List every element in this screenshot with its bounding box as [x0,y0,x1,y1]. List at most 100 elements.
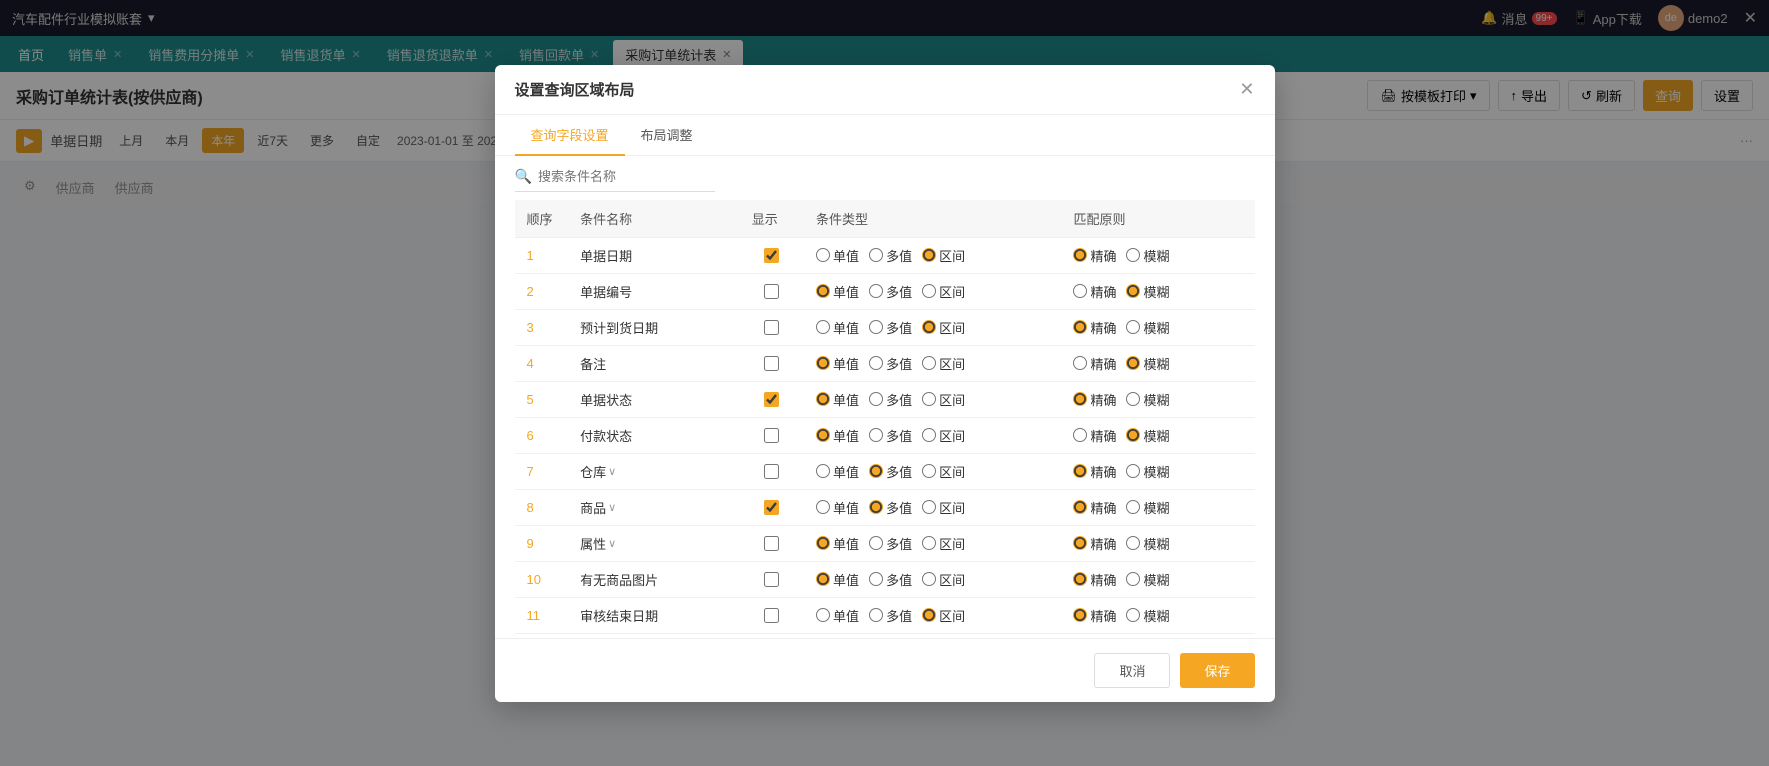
match-radio-item[interactable]: 精确 [1073,462,1116,481]
cancel-button[interactable]: 取消 [1094,653,1170,688]
type-radio-item[interactable]: 多值 [869,426,912,445]
expand-arrow-icon[interactable]: ∨ [608,465,616,478]
type-radio-item[interactable]: 多值 [869,606,912,625]
type-radio[interactable] [816,248,830,262]
type-radio[interactable] [869,320,883,334]
match-radio[interactable] [1073,428,1087,442]
match-radio[interactable] [1073,248,1087,262]
display-checkbox[interactable] [764,248,779,263]
type-radio-item[interactable]: 区间 [922,354,965,373]
match-radio-item[interactable]: 模糊 [1126,534,1169,553]
type-radio-item[interactable]: 多值 [869,246,912,265]
type-radio[interactable] [922,428,936,442]
type-radio-item[interactable]: 区间 [922,426,965,445]
tab-query-fields[interactable]: 查询字段设置 [515,115,625,156]
type-radio[interactable] [869,284,883,298]
type-radio-item[interactable]: 多值 [869,570,912,589]
type-radio[interactable] [922,248,936,262]
type-radio-item[interactable]: 多值 [869,534,912,553]
display-checkbox[interactable] [764,536,779,551]
display-checkbox[interactable] [764,284,779,299]
type-radio[interactable] [922,572,936,586]
type-radio-item[interactable]: 区间 [922,390,965,409]
match-radio-item[interactable]: 模糊 [1126,606,1169,625]
match-radio[interactable] [1126,320,1140,334]
match-radio-item[interactable]: 模糊 [1126,246,1169,265]
match-radio[interactable] [1126,356,1140,370]
type-radio-item[interactable]: 多值 [869,282,912,301]
expand-arrow-icon[interactable]: ∨ [608,537,616,550]
match-radio-item[interactable]: 模糊 [1126,462,1169,481]
match-radio-item[interactable]: 精确 [1073,426,1116,445]
type-radio[interactable] [869,608,883,622]
type-radio-item[interactable]: 区间 [922,570,965,589]
display-checkbox[interactable] [764,356,779,371]
type-radio-item[interactable]: 区间 [922,246,965,265]
type-radio-item[interactable]: 单值 [816,318,859,337]
match-radio-item[interactable]: 模糊 [1126,282,1169,301]
match-radio[interactable] [1126,284,1140,298]
match-radio[interactable] [1073,464,1087,478]
match-radio-item[interactable]: 模糊 [1126,390,1169,409]
match-radio[interactable] [1073,392,1087,406]
type-radio[interactable] [816,356,830,370]
type-radio-item[interactable]: 单值 [816,606,859,625]
type-radio[interactable] [816,320,830,334]
type-radio[interactable] [922,500,936,514]
match-radio[interactable] [1126,572,1140,586]
expand-arrow-icon[interactable]: ∨ [608,501,616,514]
type-radio[interactable] [869,500,883,514]
type-radio[interactable] [869,536,883,550]
match-radio-item[interactable]: 模糊 [1126,498,1169,517]
type-radio-item[interactable]: 多值 [869,318,912,337]
match-radio[interactable] [1126,428,1140,442]
type-radio[interactable] [816,608,830,622]
type-radio[interactable] [816,572,830,586]
type-radio-item[interactable]: 区间 [922,534,965,553]
type-radio[interactable] [816,392,830,406]
display-checkbox[interactable] [764,572,779,587]
display-checkbox[interactable] [764,608,779,623]
match-radio-item[interactable]: 精确 [1073,390,1116,409]
type-radio-item[interactable]: 单值 [816,462,859,481]
type-radio[interactable] [869,392,883,406]
type-radio-item[interactable]: 单值 [816,498,859,517]
match-radio[interactable] [1073,572,1087,586]
match-radio[interactable] [1126,248,1140,262]
type-radio-item[interactable]: 单值 [816,246,859,265]
match-radio-item[interactable]: 精确 [1073,354,1116,373]
match-radio[interactable] [1073,356,1087,370]
type-radio-item[interactable]: 多值 [869,354,912,373]
type-radio-item[interactable]: 单值 [816,426,859,445]
type-radio[interactable] [869,428,883,442]
match-radio-item[interactable]: 模糊 [1126,426,1169,445]
match-radio-item[interactable]: 模糊 [1126,318,1169,337]
type-radio[interactable] [922,284,936,298]
match-radio[interactable] [1073,536,1087,550]
type-radio[interactable] [816,500,830,514]
type-radio[interactable] [922,320,936,334]
display-checkbox[interactable] [764,392,779,407]
display-checkbox[interactable] [764,428,779,443]
type-radio[interactable] [869,464,883,478]
display-checkbox[interactable] [764,464,779,479]
type-radio-item[interactable]: 多值 [869,390,912,409]
type-radio[interactable] [922,536,936,550]
type-radio[interactable] [869,572,883,586]
type-radio[interactable] [922,392,936,406]
match-radio-item[interactable]: 精确 [1073,534,1116,553]
type-radio[interactable] [816,464,830,478]
type-radio-item[interactable]: 单值 [816,354,859,373]
type-radio-item[interactable]: 区间 [922,606,965,625]
save-button[interactable]: 保存 [1180,653,1254,688]
type-radio[interactable] [922,608,936,622]
match-radio-item[interactable]: 精确 [1073,318,1116,337]
match-radio[interactable] [1126,392,1140,406]
match-radio[interactable] [1073,608,1087,622]
match-radio-item[interactable]: 模糊 [1126,570,1169,589]
search-input[interactable] [538,169,698,184]
type-radio[interactable] [869,248,883,262]
type-radio-item[interactable]: 区间 [922,462,965,481]
match-radio[interactable] [1126,536,1140,550]
match-radio[interactable] [1126,608,1140,622]
